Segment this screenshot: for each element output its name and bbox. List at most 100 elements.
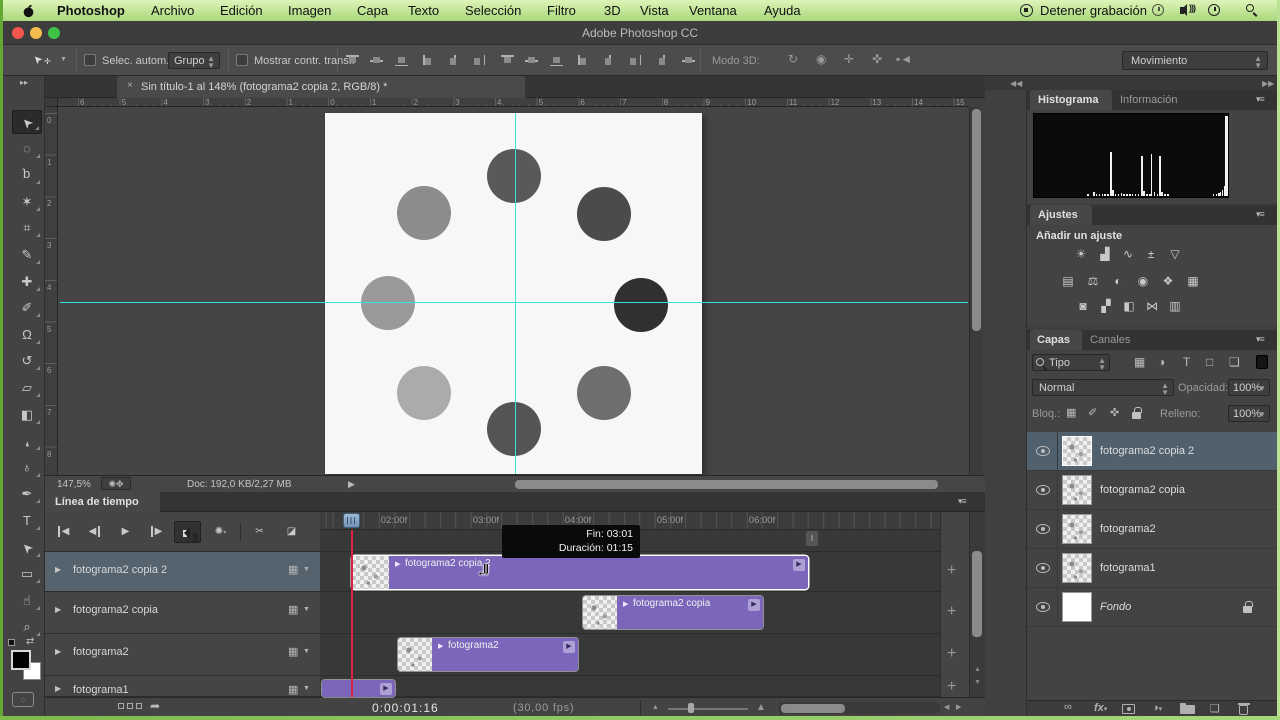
menu-ayuda[interactable]: Ayuda	[764, 3, 801, 18]
distribute-horizontal-centers-icon[interactable]	[602, 54, 617, 66]
exposure-icon[interactable]: ±	[1141, 246, 1161, 263]
tab-ajustes-label[interactable]: Ajustes	[1038, 209, 1078, 221]
close-document-icon[interactable]: ×	[127, 80, 133, 91]
layer-thumbnail[interactable]	[1062, 592, 1092, 622]
timeline-zoom-slider[interactable]	[668, 708, 748, 710]
layers-panel-menu-icon[interactable]: ▾≡	[1256, 334, 1265, 345]
convert-to-frame-animation-icon[interactable]	[118, 703, 124, 709]
shape-tool[interactable]: ▭	[12, 562, 42, 586]
adjustments-panel-menu-icon[interactable]: ▾≡	[1256, 209, 1265, 220]
workspace-dropdown[interactable]: Movimiento ▲ ▼	[1122, 51, 1268, 70]
add-media-button[interactable]: +	[947, 562, 956, 580]
hue-saturation-icon[interactable]: ▤	[1058, 273, 1078, 290]
histogram-panel-menu-icon[interactable]: ▾≡	[1256, 94, 1265, 105]
gradient-tool[interactable]: ◧	[12, 403, 42, 427]
clip-end-arrow-icon[interactable]: ▶	[793, 559, 805, 571]
track-header-1[interactable]: ▶ fotograma2 copia 2 ▦ ▼	[45, 552, 320, 592]
menu-photoshop[interactable]: Photoshop	[57, 3, 125, 18]
align-left-edges-icon[interactable]	[422, 54, 437, 66]
distribute-right-edges-icon[interactable]	[627, 54, 642, 66]
layer-name[interactable]: fotograma2 copia	[1100, 484, 1185, 496]
move-tool[interactable]: ➤	[12, 110, 42, 134]
align-right-edges-icon[interactable]	[471, 54, 486, 66]
track-options-chevron-icon[interactable]: ▼	[303, 606, 310, 613]
menu-vista[interactable]: Vista	[640, 3, 669, 18]
scroll-left-icon[interactable]: ◀	[944, 703, 949, 711]
timeline-scrollbar-thumb[interactable]	[781, 704, 845, 713]
render-video-icon[interactable]: ➦	[150, 699, 160, 713]
layer-row[interactable]: fotograma1	[1027, 549, 1280, 588]
layer-row[interactable]: fotograma2 copia 2	[1027, 432, 1280, 471]
scroll-right-icon[interactable]: ▶	[956, 703, 961, 711]
search-icon[interactable]	[1246, 4, 1254, 12]
threshold-icon[interactable]: ◧	[1119, 298, 1139, 315]
convert-to-frame-animation-icon[interactable]	[136, 703, 142, 709]
track-filmstrip-icon[interactable]: ▦	[288, 645, 298, 658]
collapse-tools-icon[interactable]: ▸▸	[20, 78, 28, 87]
color-balance-icon[interactable]: ⚖	[1083, 273, 1103, 290]
tool-preset-chevron-icon[interactable]: ▼	[60, 56, 67, 63]
add-media-button[interactable]: +	[947, 678, 956, 696]
disclosure-triangle-icon[interactable]: ▶	[55, 684, 61, 693]
dodge-tool[interactable]: ♀	[12, 456, 42, 480]
distribute-widths-icon[interactable]	[656, 54, 671, 66]
curves-icon[interactable]: ∿	[1118, 246, 1138, 263]
disclosure-triangle-icon[interactable]: ▶	[55, 647, 61, 656]
layer-visibility-eye[interactable]	[1036, 563, 1050, 573]
layer-name[interactable]: fotograma1	[1100, 562, 1156, 574]
clip-end-arrow-icon[interactable]: ▶	[380, 683, 392, 695]
link-layers-icon[interactable]: ∞	[1064, 701, 1072, 713]
clone-stamp-tool[interactable]: Ω	[12, 323, 42, 347]
adjustment-filter-icon[interactable]: ◑	[1158, 355, 1165, 369]
type-filter-icon[interactable]: T	[1183, 355, 1190, 369]
posterize-icon[interactable]: ▞	[1096, 298, 1116, 315]
blur-tool[interactable]: ❜	[12, 429, 42, 453]
play-button[interactable]: ▶	[112, 521, 139, 543]
smart-filter-icon[interactable]: ❏	[1229, 355, 1240, 369]
type-tool[interactable]: T	[12, 509, 42, 533]
photo-filter-icon[interactable]: ◉	[1133, 273, 1153, 290]
add-media-button[interactable]: +	[947, 645, 956, 663]
path-selection-tool[interactable]: ➤	[12, 536, 42, 560]
auto-select-dropdown[interactable]: Grupo ▲ ▼	[168, 52, 220, 70]
convert-to-frame-animation-icon[interactable]	[127, 703, 133, 709]
scroll-up-icon[interactable]: ▲	[974, 666, 981, 673]
hand-tool[interactable]: ☝	[12, 589, 42, 613]
layer-name[interactable]: fotograma2	[1100, 523, 1156, 535]
brush-tool[interactable]: ✐	[12, 296, 42, 320]
menu-capa[interactable]: Capa	[357, 3, 388, 18]
new-group-icon[interactable]	[1180, 703, 1195, 714]
layer-thumbnail[interactable]	[1062, 436, 1092, 466]
lock-transparency-icon[interactable]: ▦	[1066, 406, 1076, 419]
layer-thumbnail[interactable]	[1062, 475, 1092, 505]
menu-imagen[interactable]: Imagen	[288, 3, 331, 18]
channel-mixer-icon[interactable]: ❖	[1158, 273, 1178, 290]
vibrance-icon[interactable]: ▽	[1165, 246, 1185, 263]
split-clip-icon[interactable]: ✂	[246, 521, 273, 543]
distribute-vertical-centers-icon[interactable]	[524, 54, 539, 66]
track-header-4[interactable]: ▶ fotograma1 ▦ ▼	[45, 676, 320, 697]
black-white-icon[interactable]: ◐	[1108, 273, 1128, 290]
levels-icon[interactable]: ▟	[1095, 246, 1115, 263]
add-media-button[interactable]: +	[947, 603, 956, 621]
scrollbar-thumb[interactable]	[971, 109, 981, 331]
layer-row[interactable]: Fondo	[1027, 588, 1280, 627]
default-colors-icon[interactable]	[8, 639, 15, 646]
track-filmstrip-icon[interactable]: ▦	[288, 603, 298, 616]
scroll-down-icon[interactable]: ▼	[974, 679, 981, 686]
3d-slide-icon[interactable]: ✜	[872, 52, 882, 66]
lock-pixels-icon[interactable]: ✐	[1088, 406, 1097, 419]
marquee-tool[interactable]: ◌	[12, 137, 42, 161]
distribute-heights-icon[interactable]	[681, 54, 696, 66]
status-arrow-icon[interactable]: ▶	[348, 479, 355, 490]
document-size-info[interactable]: Doc: 192,0 KB/2,27 MB	[187, 479, 292, 490]
timeline-settings-icon[interactable]: ✺▾	[207, 521, 234, 543]
layer-row[interactable]: fotograma2 copia	[1027, 471, 1280, 510]
backup-clock-icon[interactable]	[1152, 4, 1164, 16]
lock-position-icon[interactable]: ✜	[1110, 406, 1119, 419]
history-brush-tool[interactable]: ↺	[12, 349, 42, 373]
tab-capas-label[interactable]: Capas	[1037, 334, 1070, 346]
timeline-zoom-slider-thumb[interactable]	[688, 703, 694, 713]
opacity-field[interactable]: 100% ▼	[1228, 379, 1270, 396]
timeline-clip[interactable]: ▶ fotograma2 ▶	[398, 638, 578, 671]
